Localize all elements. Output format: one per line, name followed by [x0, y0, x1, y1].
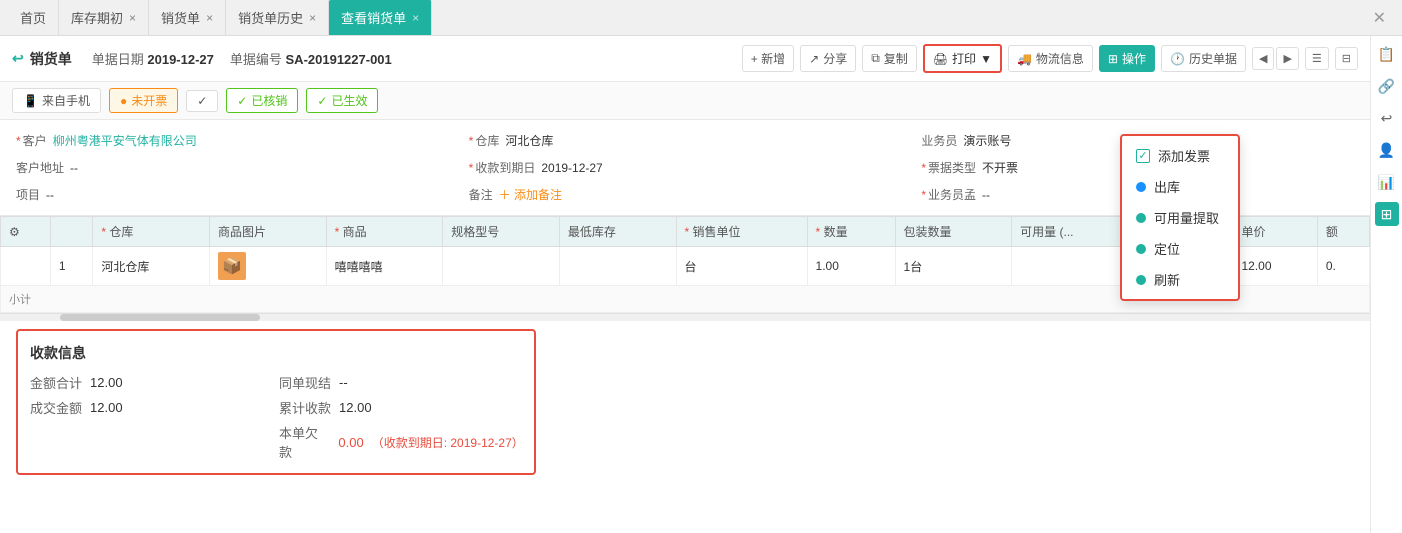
teal-dot-icon2: [1136, 244, 1146, 254]
warehouse-col: 仓库: [93, 217, 210, 247]
product-col: 商品: [326, 217, 443, 247]
blue-dot-icon: [1136, 182, 1146, 192]
doc-header: ↩ 销货单 单据日期 2019-12-27 单据编号 SA-20191227-0…: [0, 36, 1370, 82]
next-button[interactable]: ▶: [1276, 47, 1298, 70]
ticket-icon: ●: [120, 94, 127, 108]
print-button[interactable]: 🖨 打印 ▼: [923, 44, 1002, 73]
settings-col[interactable]: ⚙: [1, 217, 51, 247]
right-sidebar: 📋 🔗 ↩ 👤 📊 ⊞: [1370, 36, 1402, 533]
share-button[interactable]: ↗ 分享: [800, 45, 856, 72]
tab-home[interactable]: 首页: [8, 0, 59, 35]
doc-title-icon: ↩: [12, 50, 24, 67]
tab-view-sales[interactable]: 查看销货单 ×: [329, 0, 432, 35]
close-sales-icon[interactable]: ×: [206, 11, 213, 25]
owe-row: 本单欠款 0.00 （收款到期日: 2019-12-27）: [279, 423, 522, 461]
mobile-button[interactable]: 📱 来自手机: [12, 88, 101, 113]
project-field: 项目 --: [16, 186, 449, 203]
operate-button[interactable]: ⊞ 操作: [1099, 45, 1155, 72]
tab-sales-order[interactable]: 销货单 ×: [149, 0, 226, 35]
add-button[interactable]: + 新增: [742, 45, 794, 72]
amount-col: 额: [1317, 217, 1369, 247]
refresh-item[interactable]: 刷新: [1122, 264, 1238, 295]
quantity-col: 数量: [807, 217, 895, 247]
same-bill-row: 同单现结 --: [279, 373, 522, 392]
print-dropdown-icon: ▼: [980, 52, 992, 66]
nav-arrows: ◀ ▶: [1252, 47, 1299, 70]
doc-meta: 单据日期 2019-12-27 单据编号 SA-20191227-001: [92, 49, 392, 68]
grid-view-button[interactable]: ☰: [1305, 47, 1329, 70]
mobile-icon: 📱: [23, 94, 38, 108]
sidebar-user-icon[interactable]: 👤: [1375, 138, 1399, 162]
min-stock-col: 最低库存: [559, 217, 676, 247]
index-col: [50, 217, 93, 247]
check-icon: ✓: [237, 94, 247, 108]
sidebar-return-icon[interactable]: ↩: [1375, 106, 1399, 130]
teal-dot-icon: [1136, 213, 1146, 223]
copy-button[interactable]: ⧉ 复制: [862, 45, 917, 72]
address-field: 客户地址 --: [16, 159, 449, 176]
doc-title: ↩ 销货单: [12, 49, 72, 69]
unit-col: 销售单位: [676, 217, 807, 247]
checkbox-icon: ✓: [1136, 149, 1150, 163]
sidebar-doc-icon[interactable]: 📋: [1375, 42, 1399, 66]
truck-icon: 🚚: [1017, 52, 1032, 66]
operate-dropdown: ✓ 添加发票 出库 可用量提取 定位 刷新: [1120, 134, 1240, 301]
available-qty-item[interactable]: 可用量提取: [1122, 202, 1238, 233]
copy-icon: ⧉: [871, 51, 880, 66]
sidebar-link-icon[interactable]: 🔗: [1375, 74, 1399, 98]
payment-title: 收款信息: [30, 343, 522, 363]
window-close-button[interactable]: ✕: [1365, 8, 1394, 28]
note-field: 备注 ＋ 添加备注: [469, 186, 902, 203]
available-col: 可用量 (...: [1012, 217, 1138, 247]
warehouse-field: *仓库 河北仓库: [469, 132, 902, 149]
effective-button[interactable]: ✓ 已生效: [306, 88, 378, 113]
unit-price-col: 单价: [1233, 217, 1317, 247]
image-col: 商品图片: [209, 217, 326, 247]
cumulative-row: 累计收款 12.00: [279, 398, 522, 417]
add-note-icon: ＋: [499, 188, 511, 202]
outbound-item[interactable]: 出库: [1122, 171, 1238, 202]
tab-inventory-init[interactable]: 库存期初 ×: [59, 0, 149, 35]
prev-button[interactable]: ◀: [1252, 47, 1274, 70]
sidebar-grid-icon[interactable]: ⊞: [1375, 202, 1399, 226]
checked-button[interactable]: ✓ 已核销: [226, 88, 298, 113]
due-date-field: *收款到期日 2019-12-27: [469, 159, 902, 176]
toolbar: + 新增 ↗ 分享 ⧉ 复制 🖨 打印 ▼ 🚚 物流信息: [742, 44, 1358, 73]
tab-sales-history[interactable]: 销货单历史 ×: [226, 0, 329, 35]
close-inventory-icon[interactable]: ×: [129, 11, 136, 25]
payment-section: 收款信息 金额合计 12.00 成交金额 12.00 同单现结 --: [16, 329, 536, 475]
total-row: 金额合计 12.00: [30, 373, 273, 392]
close-view-icon[interactable]: ×: [412, 11, 419, 25]
add-invoice-item[interactable]: ✓ 添加发票: [1122, 140, 1238, 171]
history-button[interactable]: 🕐 历史单据: [1161, 45, 1246, 72]
teal-dot-icon3: [1136, 275, 1146, 285]
customer-field: *客户 柳州粤港平安气体有限公司: [16, 132, 449, 149]
print-icon: 🖨: [933, 52, 948, 66]
history-icon: 🕐: [1170, 52, 1185, 66]
not-open-button[interactable]: ● 未开票: [109, 88, 178, 113]
confirm-button[interactable]: ✓: [186, 90, 218, 112]
spec-col: 规格型号: [443, 217, 560, 247]
logistics-button[interactable]: 🚚 物流信息: [1008, 45, 1093, 72]
sidebar-chart-icon[interactable]: 📊: [1375, 170, 1399, 194]
close-history-icon[interactable]: ×: [309, 11, 316, 25]
product-image: 📦: [218, 252, 246, 280]
effective-icon: ✓: [317, 94, 327, 108]
operate-icon: ⊞: [1108, 52, 1118, 66]
locate-item[interactable]: 定位: [1122, 233, 1238, 264]
tab-bar: 首页 库存期初 × 销货单 × 销货单历史 × 查看销货单 × ✕: [0, 0, 1402, 36]
list-view-button[interactable]: ⊟: [1335, 47, 1358, 70]
share-icon: ↗: [809, 52, 819, 66]
sub-toolbar: 📱 来自手机 ● 未开票 ✓ ✓ 已核销 ✓ 已生效: [0, 82, 1370, 120]
horizontal-scrollbar[interactable]: [0, 313, 1370, 321]
deal-amount-row: 成交金额 12.00: [30, 398, 273, 417]
pack-qty-col: 包装数量: [895, 217, 1012, 247]
